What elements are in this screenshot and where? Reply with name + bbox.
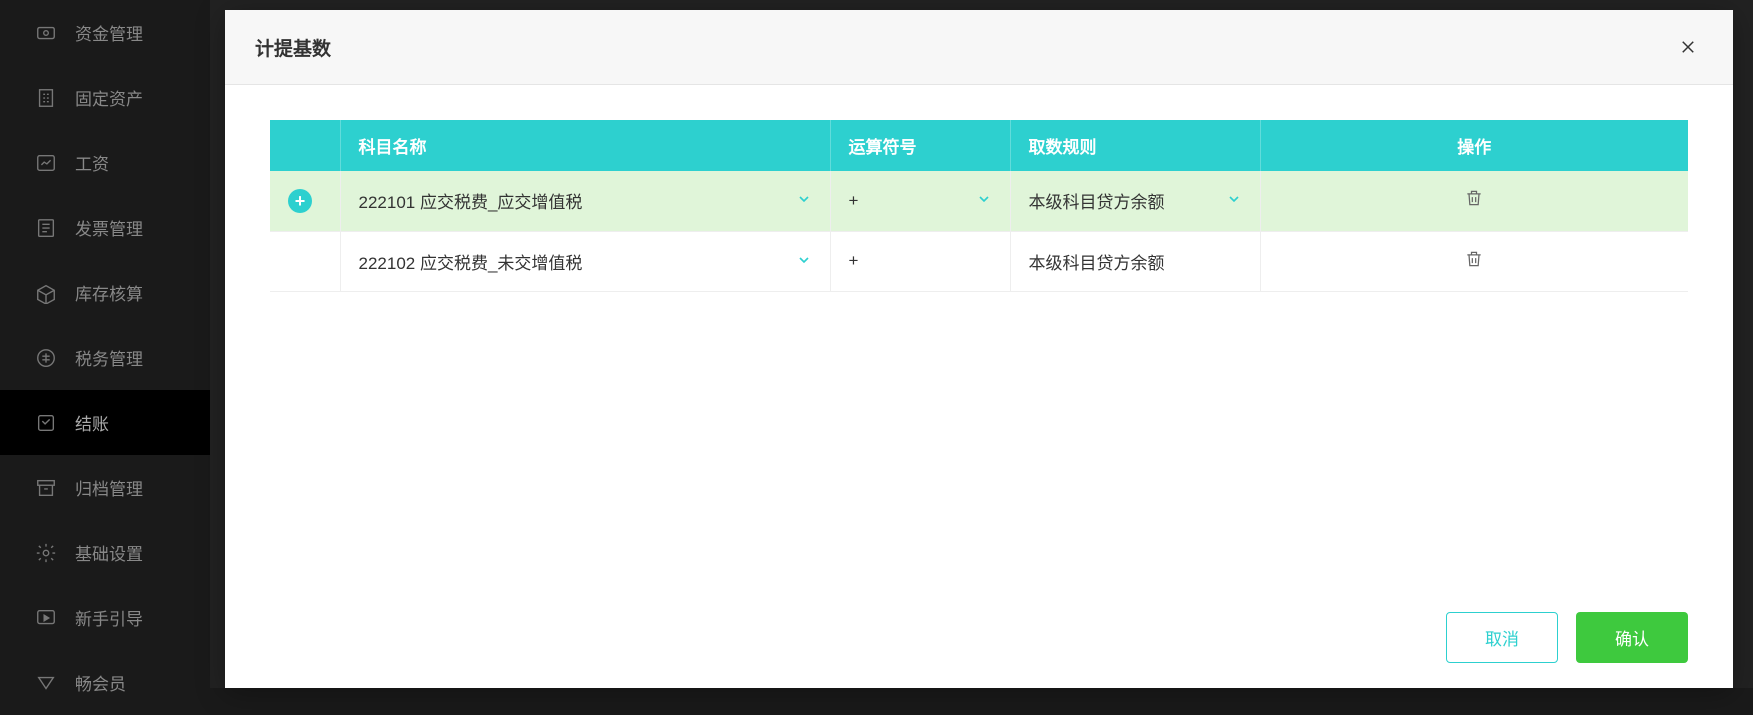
table-row: 222102 应交税费_未交增值税 + 本级科目贷方余额 xyxy=(270,231,1688,291)
sidebar-item-label: 固定资产 xyxy=(75,85,143,110)
modal-header: 计提基数 xyxy=(225,10,1733,85)
vip-icon xyxy=(35,672,57,694)
sidebar-item-invoice[interactable]: 发票管理 xyxy=(0,195,210,260)
inventory-icon xyxy=(35,282,57,304)
archive-icon xyxy=(35,477,57,499)
delete-row-button[interactable] xyxy=(1464,188,1484,208)
trash-icon xyxy=(1464,188,1484,208)
sidebar-item-label: 结账 xyxy=(75,410,109,435)
sidebar-item-archive[interactable]: 归档管理 xyxy=(0,455,210,520)
sidebar-item-inventory[interactable]: 库存核算 xyxy=(0,260,210,325)
sidebar-item-fixed-assets[interactable]: 固定资产 xyxy=(0,65,210,130)
sidebar-item-label: 基础设置 xyxy=(75,540,143,565)
rule-value: 本级科目贷方余额 xyxy=(1029,249,1165,274)
chevron-down-icon xyxy=(1226,191,1242,210)
add-row-button[interactable]: + xyxy=(288,189,312,213)
chart-icon xyxy=(35,152,57,174)
sidebar-item-salary[interactable]: 工资 xyxy=(0,130,210,195)
chevron-down-icon xyxy=(976,191,992,210)
delete-row-button[interactable] xyxy=(1464,249,1484,269)
guide-icon xyxy=(35,607,57,629)
action-cell xyxy=(1260,171,1688,231)
sidebar-item-vip[interactable]: 畅会员 xyxy=(0,650,210,715)
sidebar-item-label: 工资 xyxy=(75,150,109,175)
modal-dialog: 计提基数 科目名称 运算符号 取数规则 操作 + xyxy=(225,10,1733,688)
sidebar-item-label: 税务管理 xyxy=(75,345,143,370)
operator-cell[interactable]: + xyxy=(830,171,1010,231)
confirm-button[interactable]: 确认 xyxy=(1576,612,1688,663)
sidebar-item-label: 新手引导 xyxy=(75,605,143,630)
modal-footer: 取消 确认 xyxy=(225,592,1733,688)
col-header-action: 操作 xyxy=(1260,120,1688,171)
rule-cell[interactable]: 本级科目贷方余额 xyxy=(1010,231,1260,291)
rule-value: 本级科目贷方余额 xyxy=(1029,188,1165,213)
cancel-button[interactable]: 取消 xyxy=(1446,612,1558,663)
close-icon xyxy=(1679,38,1697,56)
col-header-subject: 科目名称 xyxy=(340,120,830,171)
sidebar-item-settings[interactable]: 基础设置 xyxy=(0,520,210,585)
provision-table: 科目名称 运算符号 取数规则 操作 + 222101 应交税费_应交增值税 xyxy=(270,120,1688,292)
gear-icon xyxy=(35,542,57,564)
subject-cell[interactable]: 222102 应交税费_未交增值税 xyxy=(340,231,830,291)
subject-cell[interactable]: 222101 应交税费_应交增值税 xyxy=(340,171,830,231)
modal-title: 计提基数 xyxy=(255,34,331,61)
tax-icon xyxy=(35,347,57,369)
sidebar-item-money[interactable]: 资金管理 xyxy=(0,0,210,65)
sidebar-item-guide[interactable]: 新手引导 xyxy=(0,585,210,650)
sidebar-item-tax[interactable]: 税务管理 xyxy=(0,325,210,390)
invoice-icon xyxy=(35,217,57,239)
close-book-icon xyxy=(35,412,57,434)
col-header-rule: 取数规则 xyxy=(1010,120,1260,171)
sidebar-item-label: 畅会员 xyxy=(75,670,126,695)
operator-value: + xyxy=(849,191,859,211)
chevron-down-icon xyxy=(796,191,812,210)
subject-value: 222101 应交税费_应交增值税 xyxy=(359,188,583,213)
operator-value: + xyxy=(849,251,859,271)
sidebar-item-label: 库存核算 xyxy=(75,280,143,305)
trash-icon xyxy=(1464,249,1484,269)
add-cell xyxy=(270,231,340,291)
table-row: + 222101 应交税费_应交增值税 + xyxy=(270,171,1688,231)
sidebar-item-close-book[interactable]: 结账 xyxy=(0,390,210,455)
rule-cell[interactable]: 本级科目贷方余额 xyxy=(1010,171,1260,231)
sidebar-item-label: 资金管理 xyxy=(75,20,143,45)
money-icon xyxy=(35,22,57,44)
action-cell xyxy=(1260,231,1688,291)
building-icon xyxy=(35,87,57,109)
col-header-add xyxy=(270,120,340,171)
operator-cell[interactable]: + xyxy=(830,231,1010,291)
sidebar: 资金管理 固定资产 工资 发票管理 库存核算 税务管理 结账 xyxy=(0,0,210,688)
close-button[interactable] xyxy=(1673,32,1703,62)
modal-body: 科目名称 运算符号 取数规则 操作 + 222101 应交税费_应交增值税 xyxy=(225,85,1733,592)
chevron-down-icon xyxy=(796,252,812,271)
col-header-operator: 运算符号 xyxy=(830,120,1010,171)
add-cell: + xyxy=(270,171,340,231)
subject-value: 222102 应交税费_未交增值税 xyxy=(359,249,583,274)
sidebar-item-label: 发票管理 xyxy=(75,215,143,240)
sidebar-item-label: 归档管理 xyxy=(75,475,143,500)
